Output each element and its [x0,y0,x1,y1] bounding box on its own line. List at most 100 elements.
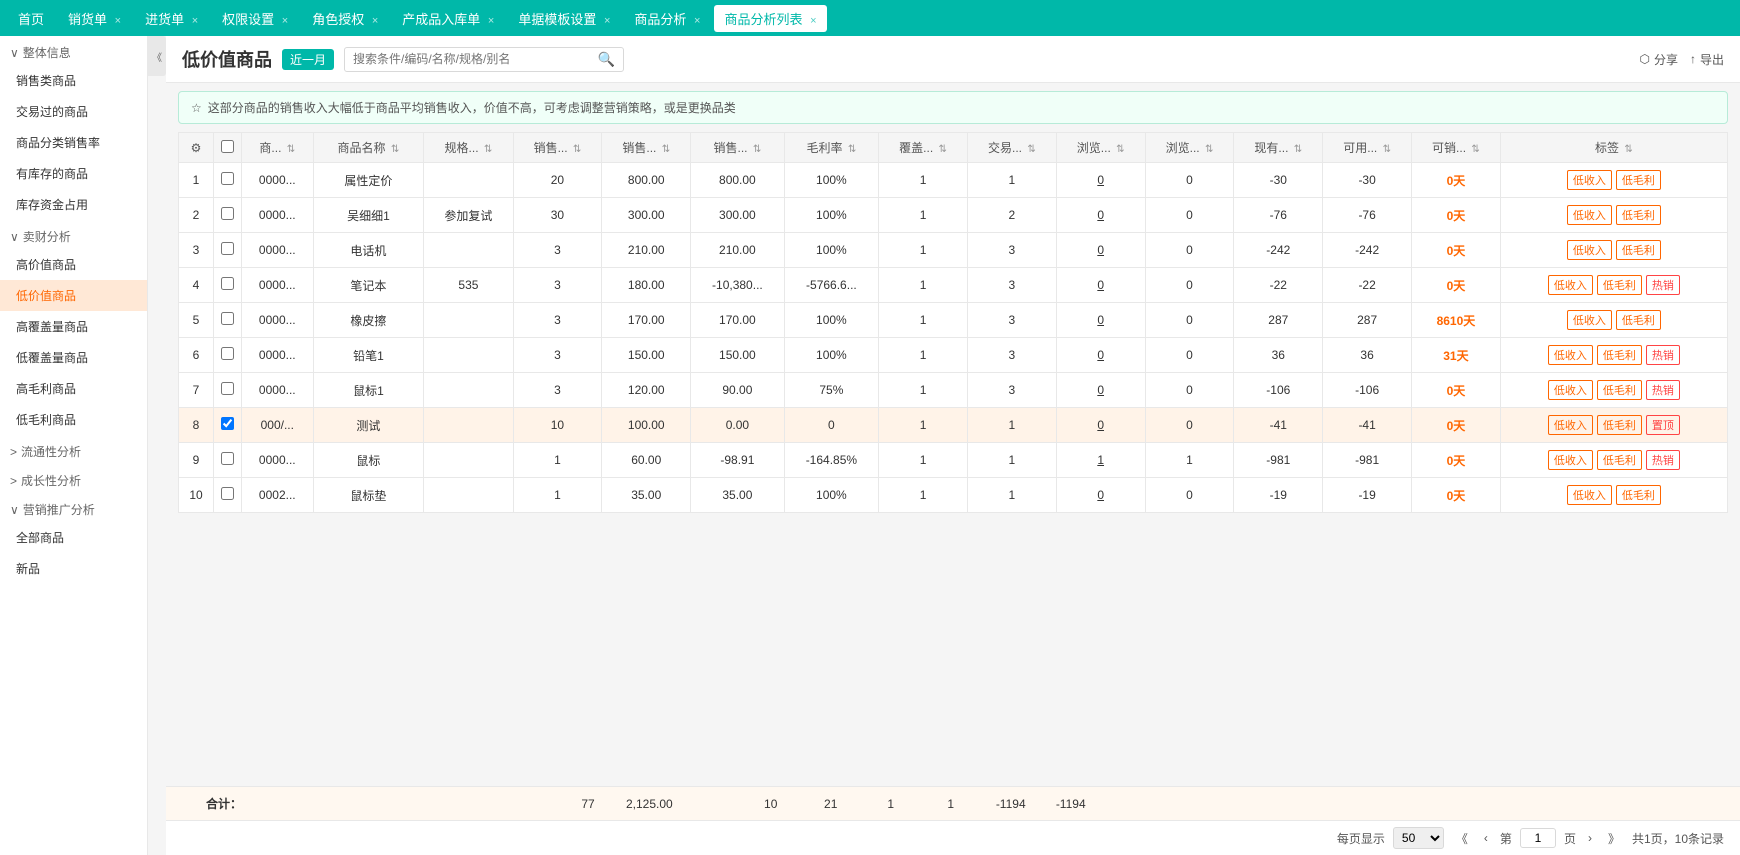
sidebar-item-low-value[interactable]: 低价值商品 [0,280,147,311]
col-gear[interactable]: ⚙ [179,133,214,163]
nav-purchase[interactable]: 进货单 × [135,5,208,32]
col-tags[interactable]: 标签 ⇅ [1500,133,1727,163]
close-icon[interactable]: × [282,15,288,27]
close-icon[interactable]: × [372,15,378,27]
col-sales2[interactable]: 销售... ⇅ [602,133,691,163]
browse1-link[interactable]: 0 [1097,313,1104,327]
nav-home[interactable]: 首页 [8,5,54,32]
share-button[interactable]: ⬡ 分享 [1639,51,1678,68]
select-all-checkbox[interactable] [221,140,234,153]
sidebar-item-low-margin[interactable]: 低毛利商品 [0,404,147,435]
sidebar-item-new-products[interactable]: 新品 [0,553,147,584]
sidebar-item-all-products[interactable]: 全部商品 [0,522,147,553]
row-checkbox[interactable] [221,347,234,360]
cell-browse1[interactable]: 0 [1056,408,1145,443]
search-icon[interactable]: 🔍 [598,51,615,68]
sidebar-item-stock-funds[interactable]: 库存资金占用 [0,189,147,220]
row-checkbox[interactable] [221,452,234,465]
browse1-link[interactable]: 0 [1097,418,1104,432]
sidebar-collapse-button[interactable]: 《 [148,36,166,76]
nav-product-inbound[interactable]: 产成品入库单 × [392,5,504,32]
per-page-select[interactable]: 50 100 200 [1393,827,1444,849]
sidebar-item-category-sales[interactable]: 商品分类销售率 [0,127,147,158]
cell-browse1[interactable]: 0 [1056,338,1145,373]
cell-checkbox[interactable] [214,303,242,338]
col-sales1[interactable]: 销售... ⇅ [513,133,602,163]
page-next-btn[interactable]: › [1584,829,1596,847]
nav-role-auth[interactable]: 角色授权 × [302,5,388,32]
browse1-link[interactable]: 0 [1097,243,1104,257]
cell-browse1[interactable]: 0 [1056,198,1145,233]
browse1-link[interactable]: 0 [1097,383,1104,397]
row-checkbox[interactable] [221,277,234,290]
sidebar-item-traded-products[interactable]: 交易过的商品 [0,96,147,127]
nav-permissions[interactable]: 权限设置 × [212,5,298,32]
row-checkbox[interactable] [221,312,234,325]
sidebar-group-overall[interactable]: ∨ 整体信息 [0,36,147,65]
cell-checkbox[interactable] [214,163,242,198]
page-input[interactable] [1520,828,1556,848]
sidebar-item-sales-products[interactable]: 销售类商品 [0,65,147,96]
cell-browse1[interactable]: 0 [1056,268,1145,303]
col-coverage[interactable]: 覆盖... ⇅ [879,133,968,163]
row-checkbox[interactable] [221,382,234,395]
sidebar-item-high-value[interactable]: 高价值商品 [0,249,147,280]
page-first-btn[interactable]: 《 [1452,828,1472,849]
close-icon[interactable]: × [604,15,610,27]
browse1-link[interactable]: 0 [1097,208,1104,222]
sidebar-item-in-stock[interactable]: 有库存的商品 [0,158,147,189]
cell-browse1[interactable]: 0 [1056,478,1145,513]
filter-tag-button[interactable]: 近一月 [282,49,334,70]
col-browse1[interactable]: 浏览... ⇅ [1056,133,1145,163]
cell-checkbox[interactable] [214,443,242,478]
cell-checkbox[interactable] [214,268,242,303]
browse1-link[interactable]: 0 [1097,348,1104,362]
sidebar-item-low-coverage[interactable]: 低覆盖量商品 [0,342,147,373]
cell-checkbox[interactable] [214,198,242,233]
cell-browse1[interactable]: 0 [1056,303,1145,338]
cell-checkbox[interactable] [214,478,242,513]
col-name[interactable]: 商品名称 ⇅ [313,133,424,163]
col-sellable[interactable]: 可销... ⇅ [1412,133,1501,163]
sidebar-group-marketing[interactable]: ∨ 营销推广分析 [0,493,147,522]
sidebar-group-circulation[interactable]: > 流通性分析 [0,435,147,464]
browse1-link[interactable]: 0 [1097,278,1104,292]
browse1-link[interactable]: 0 [1097,488,1104,502]
cell-browse1[interactable]: 1 [1056,443,1145,478]
cell-checkbox[interactable] [214,373,242,408]
col-trade[interactable]: 交易... ⇅ [967,133,1056,163]
close-icon[interactable]: × [694,15,700,27]
col-checkbox[interactable] [214,133,242,163]
page-prev-btn[interactable]: ‹ [1480,829,1492,847]
col-id[interactable]: 商... ⇅ [242,133,314,163]
cell-browse1[interactable]: 0 [1056,163,1145,198]
sidebar-item-high-coverage[interactable]: 高覆盖量商品 [0,311,147,342]
close-icon[interactable]: × [115,15,121,27]
cell-checkbox[interactable] [214,233,242,268]
cell-browse1[interactable]: 0 [1056,233,1145,268]
nav-product-analysis-list[interactable]: 商品分析列表 × [714,5,826,32]
col-available[interactable]: 可用... ⇅ [1323,133,1412,163]
cell-checkbox[interactable] [214,408,242,443]
col-gross-margin[interactable]: 毛利率 ⇅ [784,133,879,163]
browse1-link[interactable]: 1 [1097,453,1104,467]
sidebar-group-growth[interactable]: > 成长性分析 [0,464,147,493]
col-sales3[interactable]: 销售... ⇅ [691,133,784,163]
row-checkbox[interactable] [221,207,234,220]
nav-sales[interactable]: 销货单 × [58,5,131,32]
sidebar-item-high-margin[interactable]: 高毛利商品 [0,373,147,404]
col-browse2[interactable]: 浏览... ⇅ [1145,133,1234,163]
close-icon[interactable]: × [810,15,816,27]
page-last-btn[interactable]: 》 [1604,828,1624,849]
cell-checkbox[interactable] [214,338,242,373]
nav-product-analysis[interactable]: 商品分析 × [624,5,710,32]
row-checkbox[interactable] [221,242,234,255]
col-spec[interactable]: 规格... ⇅ [424,133,513,163]
browse1-link[interactable]: 0 [1097,173,1104,187]
col-current[interactable]: 现有... ⇅ [1234,133,1323,163]
sidebar-group-financial[interactable]: ∨ 卖财分析 [0,220,147,249]
nav-template-settings[interactable]: 单据模板设置 × [508,5,620,32]
row-checkbox[interactable] [221,172,234,185]
search-input[interactable] [353,52,592,66]
cell-browse1[interactable]: 0 [1056,373,1145,408]
